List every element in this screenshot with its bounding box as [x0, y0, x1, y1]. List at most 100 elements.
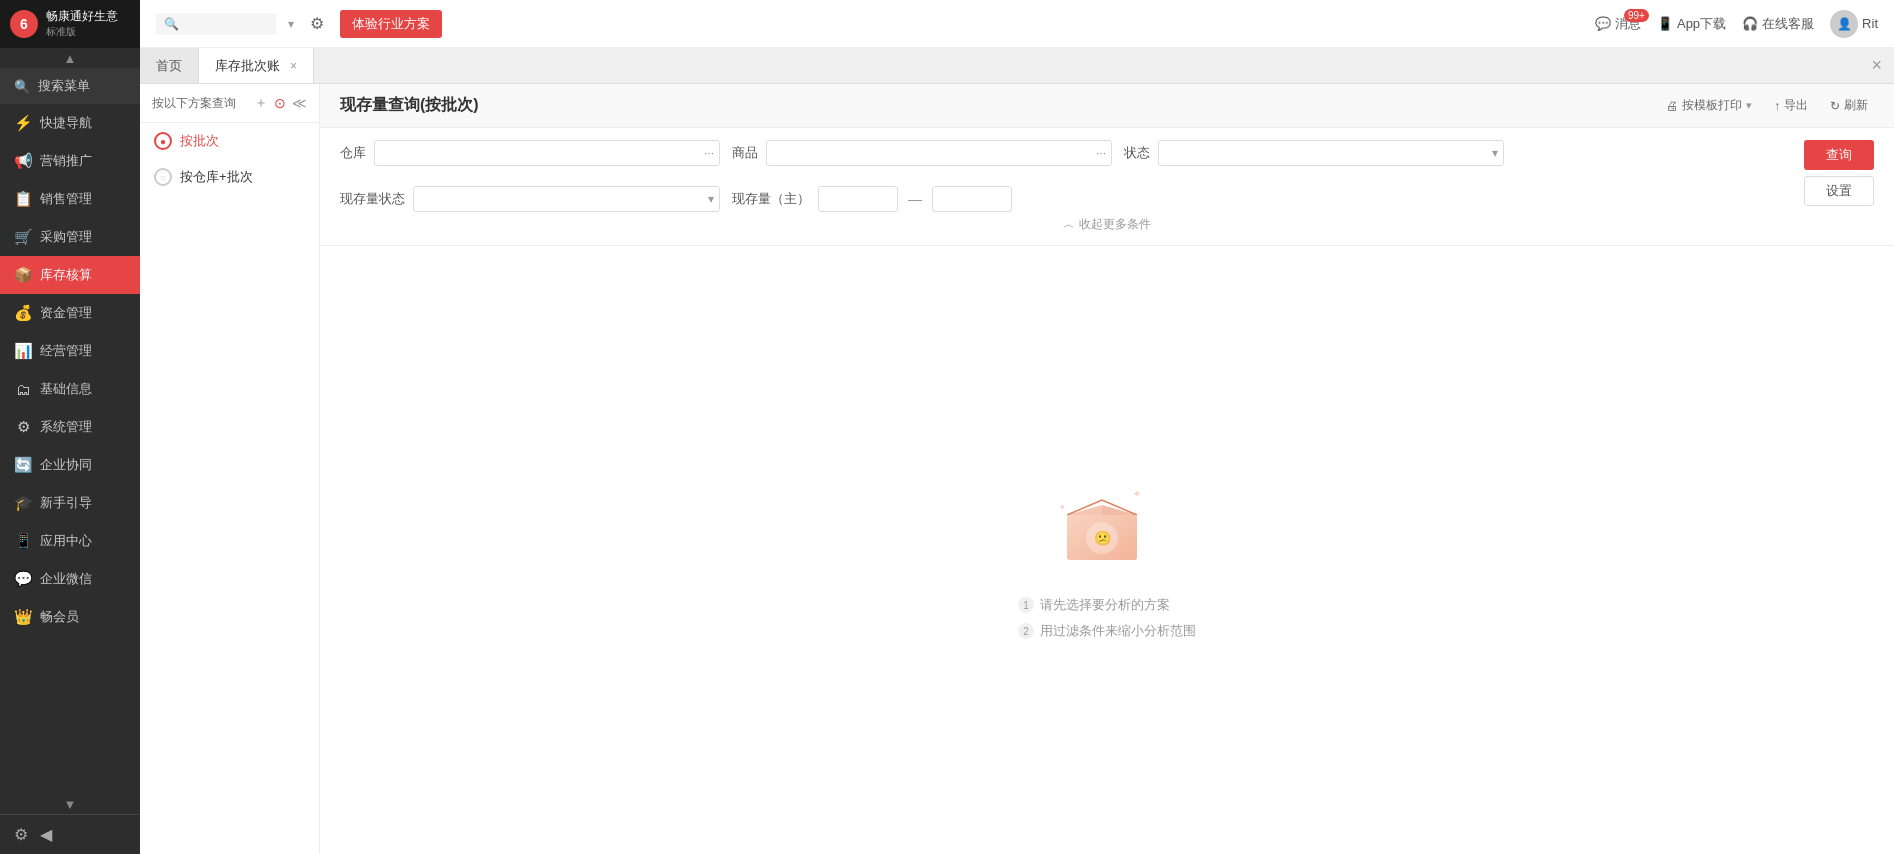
- sidebar-item-inventory[interactable]: 📦 库存核算: [0, 256, 140, 294]
- sidebar-item-purchase-label: 采购管理: [40, 228, 92, 246]
- stock-status-select[interactable]: [413, 186, 720, 212]
- inventory-icon: 📦: [14, 266, 32, 284]
- sidebar: 6 畅康通好生意 标准版 ▲ 🔍 搜索菜单 ⚡ 快捷导航 📢 营销推广 📋 销售…: [0, 0, 140, 854]
- sales-icon: 📋: [14, 190, 32, 208]
- headset-icon: 🎧: [1742, 16, 1758, 31]
- message-icon: 💬: [1595, 16, 1611, 31]
- topbar-search-input[interactable]: [183, 17, 263, 31]
- sidebar-item-search[interactable]: 🔍 搜索菜单: [0, 68, 140, 104]
- status-select-wrap: ▾: [1158, 140, 1504, 166]
- newbie-icon: 🎓: [14, 494, 32, 512]
- refresh-btn-label: 刷新: [1844, 97, 1868, 114]
- tab-inventory-batch[interactable]: 库存批次账 ×: [199, 48, 314, 83]
- sidebar-item-marketing-label: 营销推广: [40, 152, 92, 170]
- print-btn[interactable]: 🖨 按模板打印 ▾: [1660, 94, 1758, 117]
- warehouse-more-icon[interactable]: ···: [704, 146, 714, 160]
- stock-status-label: 现存量状态: [340, 190, 405, 208]
- finance-icon: 💰: [14, 304, 32, 322]
- warehouse-condition: 仓库 ···: [340, 140, 720, 166]
- product-input-wrap: ···: [766, 140, 1112, 166]
- chevron-up-icon: ︿: [1063, 216, 1075, 233]
- export-btn[interactable]: ↑ 导出: [1768, 94, 1814, 117]
- sidebar-item-marketing[interactable]: 📢 营销推广: [0, 142, 140, 180]
- collapse-label: 收起更多条件: [1079, 216, 1151, 233]
- export-btn-label: 导出: [1784, 97, 1808, 114]
- sidebar-header: 6 畅康通好生意 标准版: [0, 0, 140, 48]
- tab-home[interactable]: 首页: [140, 48, 199, 83]
- sidebar-item-operations[interactable]: 📊 经营管理: [0, 332, 140, 370]
- filter-item-by-batch[interactable]: ● 按批次: [140, 123, 319, 159]
- main-area: 🔍 ▾ ⚙ 体验行业方案 💬 消息 99+ 📱 App下载 🎧 在线客服 �: [140, 0, 1894, 854]
- topbar-gear-icon[interactable]: ⚙: [310, 14, 324, 33]
- sidebar-scroll-up[interactable]: ▲: [0, 48, 140, 68]
- tab-inventory-batch-label: 库存批次账: [215, 57, 280, 75]
- collapse-icon[interactable]: ◀: [40, 825, 52, 844]
- main-content: 现存量查询(按批次) 🖨 按模板打印 ▾ ↑ 导出 ↻ 刷新: [320, 84, 1894, 854]
- print-btn-label: 按模板打印: [1682, 97, 1742, 114]
- tab-close-icon[interactable]: ×: [290, 59, 297, 73]
- enterprise-icon: 🔄: [14, 456, 32, 474]
- sidebar-item-appcenter[interactable]: 📱 应用中心: [0, 522, 140, 560]
- stock-qty-dash: —: [906, 191, 924, 207]
- search-conditions: 仓库 ··· 商品 ···: [320, 128, 1894, 246]
- empty-tip-1: 1 请先选择要分析的方案: [1018, 596, 1196, 614]
- app-download-btn[interactable]: 📱 App下载: [1657, 15, 1726, 33]
- stock-status-condition: 现存量状态 ▾: [340, 186, 720, 212]
- status-select[interactable]: [1158, 140, 1504, 166]
- phone-icon: 📱: [1657, 16, 1673, 31]
- sidebar-nav: 🔍 搜索菜单 ⚡ 快捷导航 📢 营销推广 📋 销售管理 🛒 采购管理 📦 库存核…: [0, 68, 140, 794]
- filter-header-label: 按以下方案查询: [152, 95, 236, 112]
- conditions-row-2: 现存量状态 ▾ 现存量（主）: [340, 186, 1792, 212]
- basic-icon: 🗂: [14, 380, 32, 398]
- sidebar-item-appcenter-label: 应用中心: [40, 532, 92, 550]
- sidebar-item-purchase[interactable]: 🛒 采购管理: [0, 218, 140, 256]
- filter-add-icon[interactable]: ＋: [254, 94, 268, 112]
- sidebar-scroll-down[interactable]: ▼: [0, 794, 140, 814]
- stock-qty-label: 现存量（主）: [732, 190, 810, 208]
- stock-qty-condition: 现存量（主） —: [732, 186, 1112, 212]
- collapse-more-btn[interactable]: ︿ 收起更多条件: [340, 212, 1874, 233]
- filter-item-by-warehouse-batch[interactable]: ○ 按仓库+批次: [140, 159, 319, 195]
- sidebar-item-system[interactable]: ⚙ 系统管理: [0, 408, 140, 446]
- topbar-dropdown-icon[interactable]: ▾: [288, 17, 294, 31]
- filter-header-icons: ＋ ⊙ ≪: [254, 94, 307, 112]
- sidebar-item-newbie[interactable]: 🎓 新手引导: [0, 484, 140, 522]
- sidebar-item-enterprise[interactable]: 🔄 企业协同: [0, 446, 140, 484]
- purchase-icon: 🛒: [14, 228, 32, 246]
- settings-icon[interactable]: ⚙: [14, 825, 28, 844]
- topbar: 🔍 ▾ ⚙ 体验行业方案 💬 消息 99+ 📱 App下载 🎧 在线客服 �: [140, 0, 1894, 48]
- sidebar-item-basic[interactable]: 🗂 基础信息: [0, 370, 140, 408]
- sidebar-item-member[interactable]: 👑 畅会员: [0, 598, 140, 636]
- filter-collapse-icon[interactable]: ≪: [292, 95, 307, 111]
- online-service-label: 在线客服: [1762, 15, 1814, 33]
- online-service-btn[interactable]: 🎧 在线客服: [1742, 15, 1814, 33]
- sidebar-item-wechat-label: 企业微信: [40, 570, 92, 588]
- product-more-icon[interactable]: ···: [1096, 146, 1106, 160]
- sidebar-logo: 6: [10, 10, 38, 38]
- refresh-btn[interactable]: ↻ 刷新: [1824, 94, 1874, 117]
- product-input[interactable]: [766, 140, 1112, 166]
- filter-settings-icon[interactable]: ⊙: [274, 95, 286, 111]
- stock-qty-from[interactable]: [818, 186, 898, 212]
- stock-qty-to[interactable]: [932, 186, 1012, 212]
- settings-btn[interactable]: 设置: [1804, 176, 1874, 206]
- quicknav-icon: ⚡: [14, 114, 32, 132]
- panel-close-icon[interactable]: ×: [1871, 55, 1882, 76]
- empty-illustration: ✦ ✦ 😕: [1047, 460, 1167, 580]
- user-profile-btn[interactable]: 👤 Rit: [1830, 10, 1878, 38]
- sidebar-item-sales[interactable]: 📋 销售管理: [0, 180, 140, 218]
- filter-batch-icon: ●: [154, 132, 172, 150]
- warehouse-input[interactable]: [374, 140, 720, 166]
- filter-warehouse-batch-icon: ○: [154, 168, 172, 186]
- query-btn[interactable]: 查询: [1804, 140, 1874, 170]
- messages-btn[interactable]: 💬 消息 99+: [1595, 15, 1641, 33]
- experience-btn[interactable]: 体验行业方案: [340, 10, 442, 38]
- sidebar-item-quicknav[interactable]: ⚡ 快捷导航: [0, 104, 140, 142]
- sidebar-item-basic-label: 基础信息: [40, 380, 92, 398]
- print-dropdown-icon[interactable]: ▾: [1746, 99, 1752, 112]
- status-label: 状态: [1124, 144, 1150, 162]
- operations-icon: 📊: [14, 342, 32, 360]
- sidebar-item-wechat[interactable]: 💬 企业微信: [0, 560, 140, 598]
- sidebar-item-finance[interactable]: 💰 资金管理: [0, 294, 140, 332]
- sidebar-item-inventory-label: 库存核算: [40, 266, 92, 284]
